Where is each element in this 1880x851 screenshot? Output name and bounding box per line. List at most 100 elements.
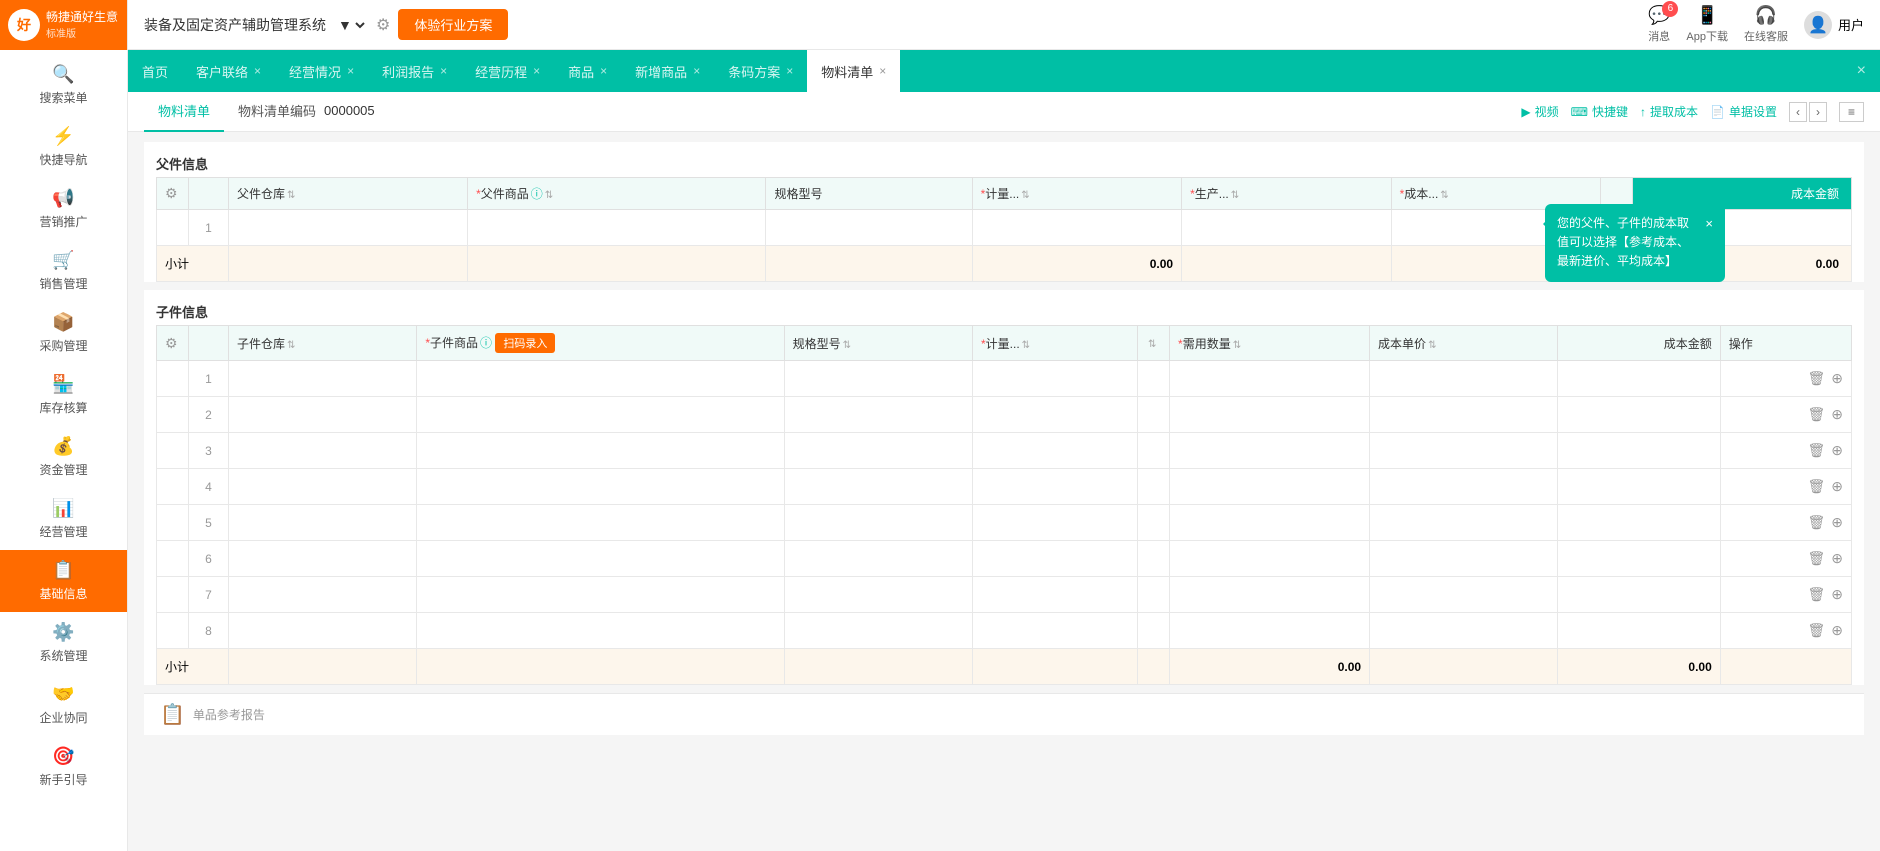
child-cell-quantity-7[interactable]: [972, 577, 1137, 613]
close-tab-profit[interactable]: ×: [440, 64, 447, 78]
close-tab-goods[interactable]: ×: [600, 64, 607, 78]
copy-icon-7[interactable]: ⊕: [1831, 586, 1843, 603]
child-cell-unitcost-7[interactable]: [1370, 577, 1558, 613]
child-cell-unitcost-8[interactable]: [1370, 613, 1558, 649]
tab-bom[interactable]: 物料清单 ×: [807, 50, 900, 92]
copy-icon-4[interactable]: ⊕: [1831, 478, 1843, 495]
child-cell-needed-6[interactable]: [1170, 541, 1370, 577]
tab-history[interactable]: 经营历程 ×: [461, 50, 554, 92]
copy-icon-2[interactable]: ⊕: [1831, 406, 1843, 423]
system-dropdown[interactable]: ▼: [334, 16, 368, 34]
prev-record-btn[interactable]: ‹: [1789, 102, 1807, 122]
child-cell-goods-6[interactable]: [417, 541, 784, 577]
parent-gear-icon[interactable]: ⚙: [165, 185, 178, 201]
copy-icon-3[interactable]: ⊕: [1831, 442, 1843, 459]
delete-icon-4[interactable]: 🗑: [1807, 478, 1825, 495]
child-cell-spec-5[interactable]: [784, 505, 972, 541]
child-cell-needed-7[interactable]: [1170, 577, 1370, 613]
child-cell-goods-4[interactable]: [417, 469, 784, 505]
parent-cell-warehouse-1[interactable]: [229, 210, 468, 246]
next-record-btn[interactable]: ›: [1809, 102, 1827, 122]
child-cell-spec-3[interactable]: [784, 433, 972, 469]
child-cell-needed-4[interactable]: [1170, 469, 1370, 505]
child-cell-goods-8[interactable]: [417, 613, 784, 649]
parent-cell-production-1[interactable]: [1182, 210, 1392, 246]
close-tab-barcode[interactable]: ×: [786, 64, 793, 78]
scan-input-btn[interactable]: 扫码录入: [495, 333, 555, 353]
child-cell-quantity-1[interactable]: [972, 361, 1137, 397]
child-cell-spec-2[interactable]: [784, 397, 972, 433]
tooltip-close-btn[interactable]: ×: [1705, 214, 1713, 235]
child-cell-unitcost-1[interactable]: [1370, 361, 1558, 397]
sidebar-item-sales[interactable]: 🛒 销售管理: [0, 240, 127, 302]
sidebar-item-guide[interactable]: 🎯 新手引导: [0, 736, 127, 798]
child-cell-quantity-4[interactable]: [972, 469, 1137, 505]
single-settings-btn[interactable]: 📄 单据设置: [1710, 103, 1777, 120]
child-cell-quantity-2[interactable]: [972, 397, 1137, 433]
parent-cell-spec-1[interactable]: [766, 210, 972, 246]
tab-operations[interactable]: 经营情况 ×: [275, 50, 368, 92]
tab-profit[interactable]: 利润报告 ×: [368, 50, 461, 92]
child-cell-needed-1[interactable]: [1170, 361, 1370, 397]
child-cell-spec-6[interactable]: [784, 541, 972, 577]
sub-tab-bom-code[interactable]: 物料清单编码 0000005: [224, 92, 389, 132]
child-cell-spec-1[interactable]: [784, 361, 972, 397]
sidebar-item-marketing[interactable]: 📢 营销推广: [0, 178, 127, 240]
shortcut-btn[interactable]: ⌨ 快捷键: [1571, 103, 1628, 120]
child-cell-needed-5[interactable]: [1170, 505, 1370, 541]
child-cell-unitcost-5[interactable]: [1370, 505, 1558, 541]
tab-home[interactable]: 首页: [128, 50, 182, 92]
child-cell-goods-5[interactable]: [417, 505, 784, 541]
child-cell-warehouse-4[interactable]: [229, 469, 417, 505]
child-cell-warehouse-6[interactable]: [229, 541, 417, 577]
sidebar-item-search[interactable]: 🔍 搜索菜单: [0, 54, 127, 116]
message-btn[interactable]: 💬 6 消息: [1648, 5, 1670, 44]
close-tab-new-goods[interactable]: ×: [693, 64, 700, 78]
close-tab-bom[interactable]: ×: [879, 64, 886, 78]
copy-icon-8[interactable]: ⊕: [1831, 622, 1843, 639]
close-tab-operations[interactable]: ×: [347, 64, 354, 78]
delete-icon-8[interactable]: 🗑: [1807, 622, 1825, 639]
online-service-btn[interactable]: 🎧 在线客服: [1744, 5, 1788, 44]
child-cell-warehouse-7[interactable]: [229, 577, 417, 613]
user-area[interactable]: 👤 用户: [1804, 11, 1864, 39]
child-cell-quantity-3[interactable]: [972, 433, 1137, 469]
tab-customer[interactable]: 客户联络 ×: [182, 50, 275, 92]
child-cell-needed-8[interactable]: [1170, 613, 1370, 649]
experiment-btn[interactable]: 体验行业方案: [398, 9, 508, 40]
delete-icon-6[interactable]: 🗑: [1807, 550, 1825, 567]
close-tab-history[interactable]: ×: [533, 64, 540, 78]
sidebar-item-purchase[interactable]: 📦 采购管理: [0, 302, 127, 364]
child-cell-warehouse-8[interactable]: [229, 613, 417, 649]
child-cell-spec-4[interactable]: [784, 469, 972, 505]
child-gear-icon[interactable]: ⚙: [165, 335, 178, 351]
view-video-btn[interactable]: ▶ 视频: [1521, 103, 1558, 120]
child-cell-goods-7[interactable]: [417, 577, 784, 613]
app-download-btn[interactable]: 📱 App下载: [1686, 5, 1728, 44]
child-cell-spec-7[interactable]: [784, 577, 972, 613]
child-cell-warehouse-1[interactable]: [229, 361, 417, 397]
parent-cell-quantity-1[interactable]: [972, 210, 1182, 246]
parent-cell-goods-1[interactable]: [468, 210, 766, 246]
delete-icon-3[interactable]: 🗑: [1807, 442, 1825, 459]
delete-icon-2[interactable]: 🗑: [1807, 406, 1825, 423]
sidebar-item-inventory[interactable]: 🏪 库存核算: [0, 364, 127, 426]
copy-icon-5[interactable]: ⊕: [1831, 514, 1843, 531]
sidebar-item-enterprise[interactable]: 🤝 企业协同: [0, 674, 127, 736]
settings-icon[interactable]: ⚙: [376, 15, 390, 35]
tab-barcode[interactable]: 条码方案 ×: [714, 50, 807, 92]
sub-tab-bom-list[interactable]: 物料清单: [144, 92, 224, 132]
sidebar-item-operation[interactable]: 📊 经营管理: [0, 488, 127, 550]
copy-icon-1[interactable]: ⊕: [1831, 370, 1843, 387]
sidebar-item-system[interactable]: ⚙️ 系统管理: [0, 612, 127, 674]
sidebar-item-basic-info[interactable]: 📋 基础信息: [0, 550, 127, 612]
child-cell-quantity-5[interactable]: [972, 505, 1137, 541]
child-cell-goods-3[interactable]: [417, 433, 784, 469]
child-cell-goods-1[interactable]: [417, 361, 784, 397]
child-cell-needed-3[interactable]: [1170, 433, 1370, 469]
child-cell-warehouse-3[interactable]: [229, 433, 417, 469]
delete-icon-1[interactable]: 🗑: [1807, 370, 1825, 387]
child-cell-unitcost-4[interactable]: [1370, 469, 1558, 505]
child-cell-unitcost-2[interactable]: [1370, 397, 1558, 433]
close-all-tabs[interactable]: ×: [1843, 62, 1880, 80]
